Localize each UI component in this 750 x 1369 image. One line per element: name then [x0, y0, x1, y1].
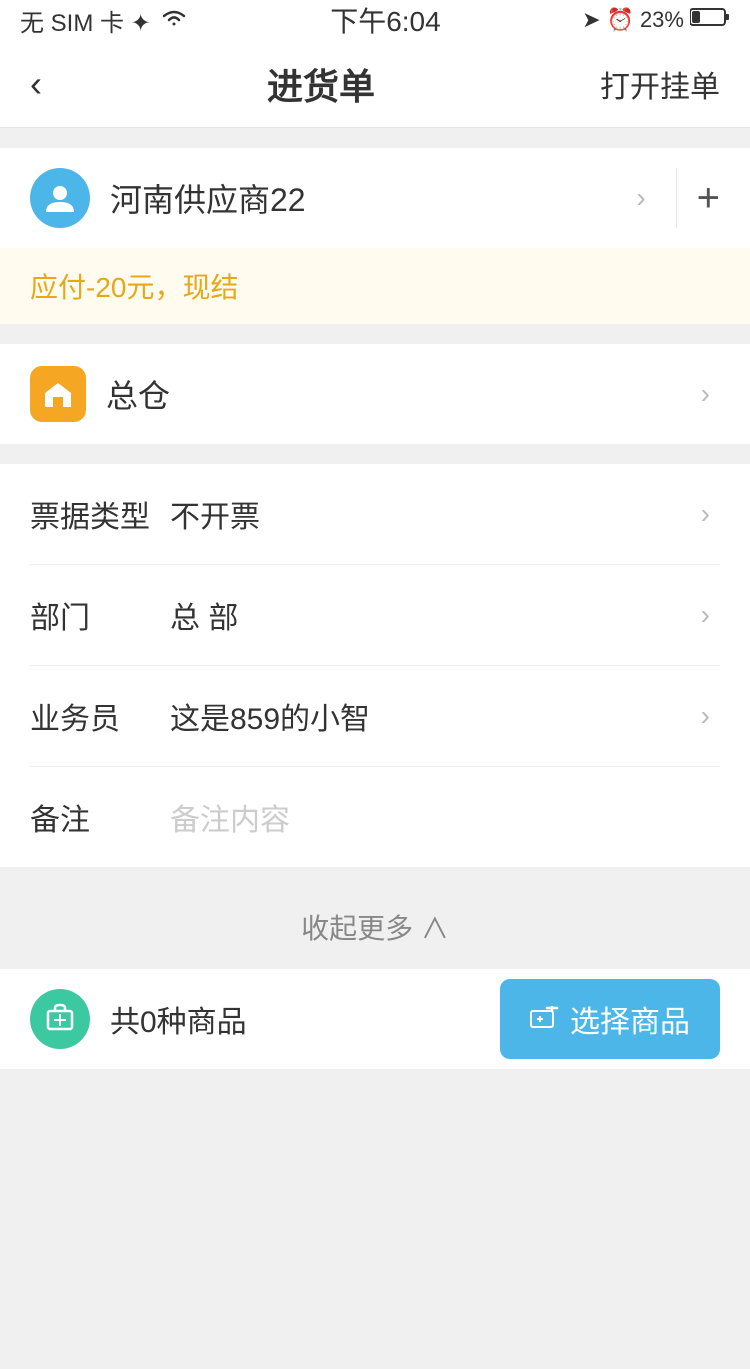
collapse-row[interactable]: 收起更多 ∧ — [0, 887, 750, 967]
page-title: 进货单 — [267, 58, 375, 110]
invoice-chevron-icon: › — [701, 498, 710, 530]
invoice-label: 票据类型 — [30, 492, 170, 536]
battery-icon — [690, 7, 730, 33]
location-icon: ➤ — [582, 7, 600, 33]
product-bar: 共0种商品 选择商品 — [0, 969, 750, 1069]
status-right: ➤ ⏰ 23% — [582, 7, 730, 33]
product-count: 共0种商品 — [110, 997, 500, 1041]
product-icon — [30, 989, 90, 1049]
dept-value: 总 部 — [170, 593, 701, 637]
warehouse-name: 总仓 — [106, 371, 701, 417]
status-left: 无 SIM 卡 ✦ — [20, 3, 189, 38]
back-button[interactable]: ‹ — [30, 63, 42, 105]
warehouse-icon — [30, 366, 86, 422]
remark-row[interactable]: 备注 备注内容 — [0, 767, 750, 867]
dept-label: 部门 — [30, 593, 170, 637]
alarm-icon: ⏰ — [607, 7, 634, 33]
salesman-row[interactable]: 业务员 这是859的小智 › — [0, 666, 750, 766]
notice-banner: 应付-20元，现结 — [0, 248, 750, 324]
salesman-value: 这是859的小智 — [170, 694, 701, 738]
dept-row[interactable]: 部门 总 部 › — [0, 565, 750, 665]
collapse-label: 收起更多 ∧ — [301, 907, 449, 947]
form-section: 票据类型 不开票 › 部门 总 部 › 业务员 这是859的小智 › 备注 备注… — [0, 464, 750, 867]
battery-text: 23% — [640, 7, 684, 33]
signal-text: 无 SIM 卡 ✦ — [20, 3, 151, 38]
select-product-button[interactable]: 选择商品 — [500, 979, 720, 1059]
warehouse-chevron-icon: › — [701, 378, 710, 410]
remark-label: 备注 — [30, 795, 170, 839]
bottom-area — [0, 1069, 750, 1369]
remark-input[interactable]: 备注内容 — [170, 795, 720, 839]
warehouse-row[interactable]: 总仓 › — [0, 344, 750, 444]
status-bar: 无 SIM 卡 ✦ 下午6:04 ➤ ⏰ 23% — [0, 0, 750, 40]
gap-1 — [0, 128, 750, 148]
supplier-row[interactable]: 河南供应商22 › + — [0, 148, 750, 248]
dept-chevron-icon: › — [701, 599, 710, 631]
invoice-value: 不开票 — [170, 492, 701, 536]
supplier-divider — [676, 168, 677, 228]
salesman-chevron-icon: › — [701, 700, 710, 732]
supplier-chevron-icon: › — [636, 182, 645, 214]
add-supplier-button[interactable]: + — [697, 176, 720, 221]
select-product-label: 选择商品 — [570, 997, 690, 1041]
open-pending-button[interactable]: 打开挂单 — [600, 62, 720, 106]
invoice-row[interactable]: 票据类型 不开票 › — [0, 464, 750, 564]
supplier-name: 河南供应商22 — [110, 175, 636, 221]
wifi-icon — [159, 6, 189, 35]
supplier-avatar — [30, 168, 90, 228]
salesman-label: 业务员 — [30, 694, 170, 738]
nav-bar: ‹ 进货单 打开挂单 — [0, 40, 750, 128]
status-time: 下午6:04 — [330, 0, 441, 40]
